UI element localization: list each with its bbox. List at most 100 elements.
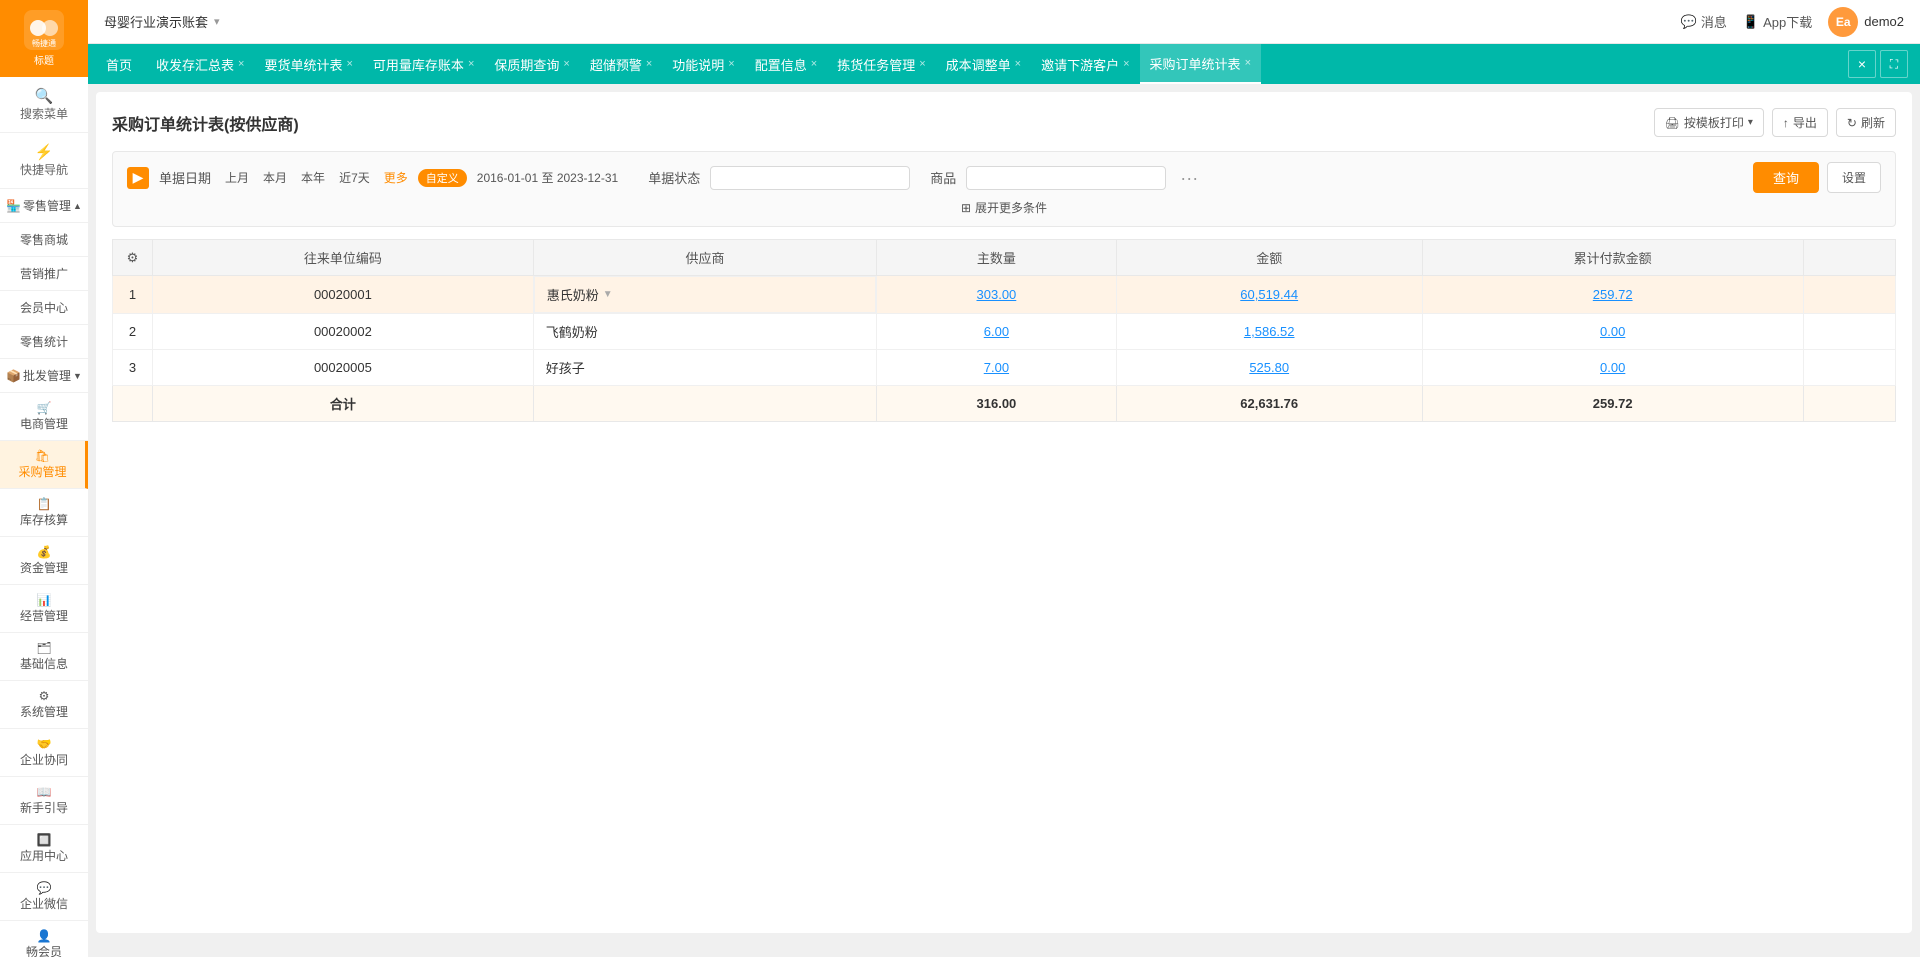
row2-quantity[interactable]: 6.00 [877, 314, 1116, 350]
sidebar-item-appcenter[interactable]: 🔲 应用中心 [0, 825, 88, 873]
app-download-btn[interactable]: 📱 App下载 [1743, 12, 1812, 31]
sidebar-quicknav-label: 快捷导航 [20, 161, 68, 178]
nav-cost-close-icon[interactable]: × [1015, 58, 1021, 70]
row2-amount[interactable]: 1,586.52 [1116, 314, 1422, 350]
nav-item-receive-summary[interactable]: 收发存汇总表 × [146, 44, 254, 84]
workspace-arrow-icon: ▾ [214, 15, 220, 28]
sidebar-item-system[interactable]: ⚙ 系统管理 [0, 681, 88, 729]
nav-purchase-stats-close-icon[interactable]: × [1245, 57, 1251, 69]
sidebar-item-basic[interactable]: 🗂 基础信息 [0, 633, 88, 681]
row3-quantity[interactable]: 7.00 [877, 350, 1116, 386]
quick-nav-icon: ⚡ [35, 143, 54, 161]
nav-function-close-icon[interactable]: × [728, 58, 734, 70]
status-filter-select[interactable] [710, 166, 910, 190]
settings-button[interactable]: 设置 [1827, 162, 1881, 193]
search-icon: 🔍 [35, 87, 54, 105]
refresh-btn[interactable]: ↻ 刷新 [1836, 108, 1896, 137]
row3-paid[interactable]: 0.00 [1422, 350, 1803, 386]
expand-more-label: 展开更多条件 [975, 199, 1047, 216]
query-button[interactable]: 查询 [1753, 162, 1819, 193]
row1-expand-icon[interactable]: ▼ [603, 289, 613, 300]
export-btn[interactable]: ↑ 导出 [1772, 108, 1828, 137]
sidebar-item-retail-store[interactable]: 零售商城 [0, 223, 88, 257]
sidebar-item-operation[interactable]: 📊 经营管理 [0, 585, 88, 633]
sidebar-item-finance[interactable]: 💰 资金管理 [0, 537, 88, 585]
inventory-icon: 📋 [37, 497, 52, 511]
row1-code: 00020001 [153, 276, 534, 314]
nav-item-cost[interactable]: 成本调整单 × [936, 44, 1031, 84]
sidebar-item-retail-stats[interactable]: 零售统计 [0, 325, 88, 359]
sidebar-search[interactable]: 🔍 搜索菜单 [0, 77, 88, 133]
nav-item-config[interactable]: 配置信息 × [745, 44, 827, 84]
nav-item-expiry[interactable]: 保质期查询 × [484, 44, 579, 84]
nav-item-home[interactable]: 首页 [92, 44, 146, 84]
nav-fullscreen-btn[interactable]: ⛶ [1880, 50, 1908, 78]
filter-toggle-btn[interactable]: ▶ [127, 167, 149, 189]
sidebar-item-vip[interactable]: 👤 畅会员 [0, 921, 88, 957]
more-options-dots[interactable]: ··· [1180, 169, 1198, 187]
row2-paid[interactable]: 0.00 [1422, 314, 1803, 350]
table-row[interactable]: 2 00020002 飞鹤奶粉 6.00 1,586.52 0.00 [113, 314, 1896, 350]
col-settings[interactable]: ⚙ [113, 240, 153, 276]
nav-item-invite[interactable]: 邀请下游客户 × [1031, 44, 1139, 84]
nav-close-all-btn[interactable]: × [1848, 50, 1876, 78]
retail-mgmt-icon: 🏪 [6, 199, 21, 213]
table-row[interactable]: 3 00020005 好孩子 7.00 525.80 0.00 [113, 350, 1896, 386]
nav-available-close-icon[interactable]: × [468, 58, 474, 70]
sidebar-item-retail-mgmt[interactable]: 🏪 零售管理 ▲ [0, 189, 88, 223]
row1-supplier: 惠氏奶粉 ▼ [534, 276, 876, 313]
shortcut-this-month[interactable]: 本月 [259, 167, 291, 188]
ecommerce-label: 电商管理 [20, 415, 68, 432]
row1-paid[interactable]: 259.72 [1422, 276, 1803, 314]
table-container: ⚙ 往来单位编码 供应商 主数量 金额 累计付款金额 [112, 239, 1896, 422]
goods-filter-input[interactable] [966, 166, 1166, 190]
refresh-icon: ↻ [1847, 116, 1857, 130]
row3-amount[interactable]: 525.80 [1116, 350, 1422, 386]
expand-more-btn[interactable]: ⊞ 展开更多条件 [961, 199, 1047, 216]
table-row[interactable]: 1 00020001 惠氏奶粉 ▼ 303.00 60,519.44 259.7… [113, 276, 1896, 314]
nav-item-picking[interactable]: 拣货任务管理 × [827, 44, 935, 84]
nav-item-function[interactable]: 功能说明 × [662, 44, 744, 84]
retail-mgmt-label: 零售管理 [23, 197, 71, 214]
sidebar-item-inventory[interactable]: 📋 库存核算 [0, 489, 88, 537]
expand-chevron-icon: ⊞ [961, 201, 971, 215]
nav-config-close-icon[interactable]: × [811, 58, 817, 70]
nav-demand-close-icon[interactable]: × [346, 58, 352, 70]
custom-tag[interactable]: 自定义 [418, 169, 467, 187]
nav-item-overstock[interactable]: 超储预警 × [580, 44, 662, 84]
shortcut-7days[interactable]: 近7天 [335, 167, 374, 188]
sidebar-item-wechat[interactable]: 💬 企业微信 [0, 873, 88, 921]
workspace-name: 母婴行业演示账套 [104, 12, 208, 31]
print-btn[interactable]: 🖨 按模板打印 ▾ [1654, 108, 1764, 137]
workspace-selector[interactable]: 母婴行业演示账套 ▾ [104, 12, 220, 31]
page-content: 采购订单统计表(按供应商) 🖨 按模板打印 ▾ ↑ 导出 ↻ 刷新 [88, 84, 1920, 957]
shortcut-more[interactable]: 更多 [380, 167, 412, 188]
sidebar-item-purchase[interactable]: 🛍 采购管理 [0, 441, 88, 489]
sidebar-item-wholesale[interactable]: 📦 批发管理 ▼ [0, 359, 88, 393]
nav-invite-close-icon[interactable]: × [1123, 58, 1129, 70]
message-btn[interactable]: 💬 消息 [1681, 12, 1727, 31]
nav-item-demand[interactable]: 要货单统计表 × [254, 44, 362, 84]
sidebar-item-member[interactable]: 会员中心 [0, 291, 88, 325]
logo-area[interactable]: 畅捷通 标题 [0, 0, 88, 77]
user-badge[interactable]: Ea demo2 [1828, 7, 1904, 37]
sidebar-item-marketing[interactable]: 营销推广 [0, 257, 88, 291]
sidebar-item-newbie[interactable]: 📖 新手引导 [0, 777, 88, 825]
sidebar-quick-nav[interactable]: ⚡ 快捷导航 [0, 133, 88, 189]
nav-picking-label: 拣货任务管理 [837, 55, 915, 74]
nav-item-purchase-stats[interactable]: 采购订单统计表 × [1140, 44, 1261, 84]
nav-overstock-close-icon[interactable]: × [646, 58, 652, 70]
shortcut-this-year[interactable]: 本年 [297, 167, 329, 188]
sidebar-item-ecommerce[interactable]: 🛒 电商管理 [0, 393, 88, 441]
row1-quantity[interactable]: 303.00 [877, 276, 1116, 314]
nav-picking-close-icon[interactable]: × [919, 58, 925, 70]
logo-icon: 畅捷通 [24, 10, 64, 50]
shortcut-last-month[interactable]: 上月 [221, 167, 253, 188]
svg-text:畅捷通: 畅捷通 [32, 38, 56, 48]
row1-amount[interactable]: 60,519.44 [1116, 276, 1422, 314]
logo-text: 标题 [34, 52, 54, 67]
nav-receive-close-icon[interactable]: × [238, 58, 244, 70]
nav-item-available[interactable]: 可用量库存账本 × [363, 44, 484, 84]
sidebar-item-collab[interactable]: 🤝 企业协同 [0, 729, 88, 777]
nav-expiry-close-icon[interactable]: × [563, 58, 569, 70]
